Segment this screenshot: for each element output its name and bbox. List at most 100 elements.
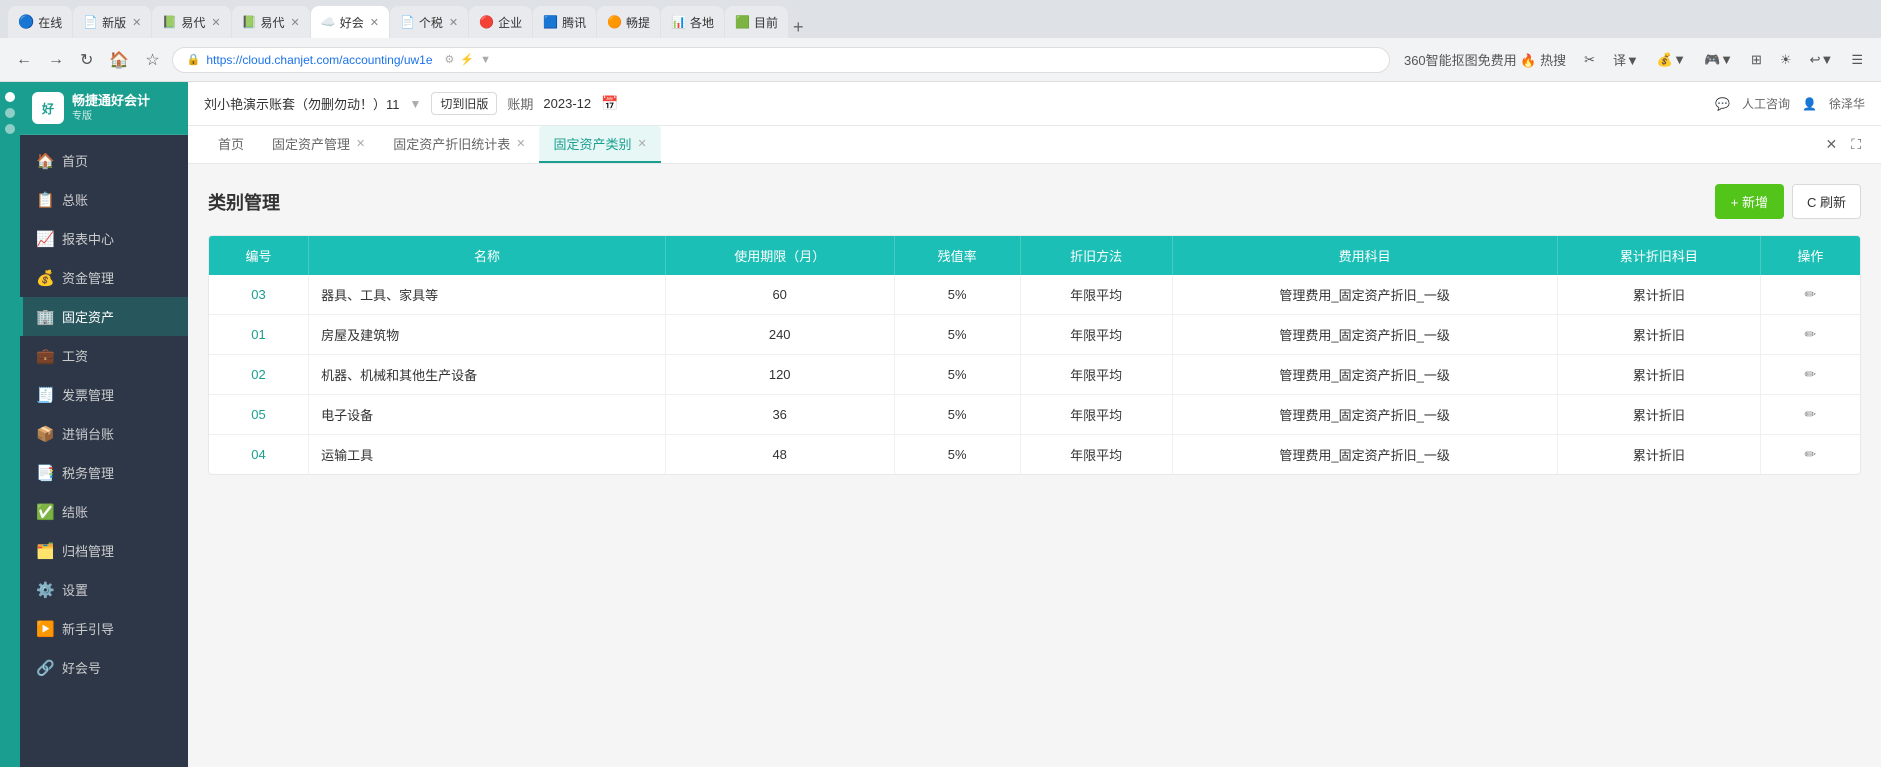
more-icon: 🔗 — [36, 659, 54, 677]
cell-method-0: 年限平均 — [1020, 275, 1172, 315]
translate-button[interactable]: 译▼ — [1607, 46, 1645, 73]
browser-tab-4[interactable]: 📗 易代 ✕ — [232, 6, 310, 38]
sidebar-item-fixed[interactable]: 🏢 固定资产 — [20, 297, 188, 336]
browser-tab-10[interactable]: 📊 各地 — [661, 6, 724, 38]
cell-expense-1: 管理费用_固定资产折旧_一级 — [1172, 315, 1557, 355]
menu-button[interactable]: ☰ — [1845, 48, 1869, 72]
page-tab-fixed-mgmt[interactable]: 固定资产管理 ✕ — [258, 126, 379, 163]
refresh-button[interactable]: C 刷新 — [1792, 184, 1861, 219]
page-tab-fixed-cat[interactable]: 固定资产类别 ✕ — [539, 126, 660, 163]
page-tab-home[interactable]: 首页 — [204, 126, 258, 163]
table-row: 01 房屋及建筑物 240 5% 年限平均 管理费用_固定资产折旧_一级 累计折… — [209, 315, 1860, 355]
browser-tab-5-close[interactable]: ✕ — [370, 16, 379, 29]
cell-residual-3: 5% — [894, 395, 1020, 435]
sidebar-item-purchase[interactable]: 📦 进销台账 — [20, 414, 188, 453]
browser-tab-3-close[interactable]: ✕ — [211, 16, 220, 29]
browser-tab-2-close[interactable]: ✕ — [132, 16, 141, 29]
tab-expand-button[interactable]: ⛶ — [1847, 134, 1865, 155]
table-body: 03 器具、工具、家具等 60 5% 年限平均 管理费用_固定资产折旧_一级 累… — [209, 275, 1860, 474]
edit-button-2[interactable]: ✏ — [1805, 366, 1817, 382]
sidebar-item-reports-label: 报表中心 — [62, 229, 114, 248]
dropdown-arrow[interactable]: ▼ — [410, 97, 422, 111]
cut-button[interactable]: ✂ — [1578, 48, 1601, 72]
cell-code-4: 04 — [209, 435, 309, 475]
sidebar-item-more[interactable]: 🔗 好会号 — [20, 648, 188, 687]
sidebar-item-payroll[interactable]: 💼 工资 — [20, 336, 188, 375]
browser-tab-4-close[interactable]: ✕ — [291, 16, 300, 29]
sidebar-item-invoice[interactable]: 🧾 发票管理 — [20, 375, 188, 414]
browser-tab-6[interactable]: 📄 个税 ✕ — [390, 6, 468, 38]
bookmark-button[interactable]: ☆ — [141, 46, 163, 74]
grid-button[interactable]: ⊞ — [1745, 48, 1768, 72]
cell-name-2: 机器、机械和其他生产设备 — [309, 355, 666, 395]
edit-button-0[interactable]: ✏ — [1805, 286, 1817, 302]
sun-button[interactable]: ☀ — [1774, 48, 1798, 72]
top-bar-left: 刘小艳演示账套（勿删勿动！）11 ▼ 切到旧版 账期 2023-12 📅 — [204, 92, 619, 115]
sidebar-item-archive[interactable]: 🗂️ 归档管理 — [20, 531, 188, 570]
address-bar-row: ← → ↻ 🏠 ☆ 🔒 https://cloud.chanjet.com/ac… — [0, 38, 1881, 82]
page-tab-fixed-mgmt-label: 固定资产管理 — [272, 134, 350, 153]
sidebar-item-checkout[interactable]: ✅ 结账 — [20, 492, 188, 531]
home-button[interactable]: 🏠 — [105, 46, 133, 74]
switch-version-button[interactable]: 切到旧版 — [431, 92, 497, 115]
sidebar-item-ledger[interactable]: 📋 总账 — [20, 180, 188, 219]
browser-tab-11-label: 目前 — [754, 14, 778, 31]
browser-tab-8[interactable]: 🟦 腾讯 — [533, 6, 596, 38]
cell-code-0: 03 — [209, 275, 309, 315]
browser-tab-7[interactable]: 🔴 企业 — [469, 6, 532, 38]
sidebar-item-tax[interactable]: 📑 税务管理 — [20, 453, 188, 492]
sidebar-item-guide[interactable]: ▶️ 新手引导 — [20, 609, 188, 648]
forward-button[interactable]: → — [44, 47, 68, 73]
sidebar-nav: 🏠 首页 📋 总账 📈 报表中心 💰 资金管理 🏢 固定资产 💼 工资 — [20, 135, 188, 767]
browser-tab-5-label: 好会 — [340, 14, 364, 31]
edit-button-4[interactable]: ✏ — [1805, 446, 1817, 462]
tax-icon: 📑 — [36, 464, 54, 482]
table-row: 03 器具、工具、家具等 60 5% 年限平均 管理费用_固定资产折旧_一级 累… — [209, 275, 1860, 315]
page-title: 类别管理 — [208, 189, 280, 215]
back-button[interactable]: ← — [12, 47, 36, 73]
table: 编号 名称 使用期限（月） 残值率 折旧方法 费用科目 累计折旧科目 操作 03… — [209, 236, 1860, 474]
cell-months-4: 48 — [665, 435, 894, 475]
page-tab-fixed-depre[interactable]: 固定资产折旧统计表 ✕ — [379, 126, 539, 163]
edit-button-1[interactable]: ✏ — [1805, 326, 1817, 342]
sidebar-item-home[interactable]: 🏠 首页 — [20, 141, 188, 180]
game-button[interactable]: 🎮▼ — [1698, 48, 1739, 72]
hot-label: 🔥 热搜 — [1520, 53, 1566, 68]
page-tab-fixed-mgmt-close[interactable]: ✕ — [356, 137, 365, 150]
category-table: 编号 名称 使用期限（月） 残值率 折旧方法 费用科目 累计折旧科目 操作 03… — [208, 235, 1861, 475]
browser-tab-11[interactable]: 🟩 目前 — [725, 6, 788, 38]
reload-button[interactable]: ↻ — [76, 46, 97, 74]
new-tab-button[interactable]: + — [789, 17, 808, 38]
cell-action-0: ✏ — [1760, 275, 1860, 315]
browser-tab-1[interactable]: 🔵 在线 — [8, 6, 72, 38]
address-input[interactable]: 🔒 https://cloud.chanjet.com/accounting/u… — [172, 47, 1390, 73]
tab-bar-controls: ✕ ⛶ — [1821, 134, 1865, 155]
sidebar-item-reports[interactable]: 📈 报表中心 — [20, 219, 188, 258]
browser-tab-9[interactable]: 🟠 畅提 — [597, 6, 660, 38]
page-tab-fixed-cat-close[interactable]: ✕ — [638, 137, 647, 150]
toolbar-icons: 360智能抠图免费用 🔥 热搜 ✂ 译▼ 💰▼ 🎮▼ ⊞ ☀ ↩▼ ☰ — [1398, 46, 1869, 73]
page-tab-bar: 首页 固定资产管理 ✕ 固定资产折旧统计表 ✕ 固定资产类别 ✕ ✕ ⛶ — [188, 126, 1881, 164]
browser-tab-6-close[interactable]: ✕ — [449, 16, 458, 29]
cell-action-2: ✏ — [1760, 355, 1860, 395]
add-category-button[interactable]: + 新增 — [1715, 184, 1784, 219]
edit-button-3[interactable]: ✏ — [1805, 406, 1817, 422]
sidebar-item-funds[interactable]: 💰 资金管理 — [20, 258, 188, 297]
browser-tab-3[interactable]: 📗 易代 ✕ — [152, 6, 230, 38]
col-expense: 费用科目 — [1172, 236, 1557, 275]
consult-label[interactable]: 人工咨询 — [1742, 95, 1790, 112]
cell-method-4: 年限平均 — [1020, 435, 1172, 475]
calendar-icon[interactable]: 📅 — [601, 95, 618, 112]
page-tab-fixed-depre-close[interactable]: ✕ — [516, 137, 525, 150]
browser-tab-2[interactable]: 📄 新版 ✕ — [73, 6, 151, 38]
cell-expense-3: 管理费用_固定资产折旧_一级 — [1172, 395, 1557, 435]
tab-close-window-button[interactable]: ✕ — [1821, 134, 1841, 155]
search-360-button[interactable]: 360智能抠图免费用 🔥 热搜 — [1398, 46, 1572, 73]
browser-tab-5[interactable]: ☁️ 好会 ✕ — [311, 6, 389, 38]
col-code: 编号 — [209, 236, 309, 275]
undo-button[interactable]: ↩▼ — [1804, 48, 1840, 72]
money-button[interactable]: 💰▼ — [1651, 48, 1692, 72]
sidebar-item-settings[interactable]: ⚙️ 设置 — [20, 570, 188, 609]
sidebar: 好 畅捷通好会计 专版 🏠 首页 📋 总账 📈 报表中心 💰 资金管理 — [20, 82, 188, 767]
top-bar-right: 💬 人工咨询 👤 徐泽华 — [1715, 95, 1865, 112]
